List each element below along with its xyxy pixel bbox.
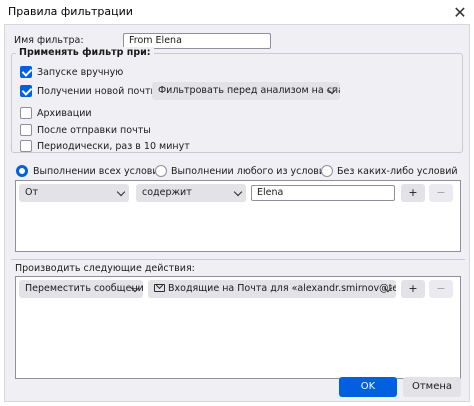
apply-filter-legend: Применять фильтр при: [16, 47, 154, 58]
after-send-label: После отправки почты [37, 125, 151, 136]
match-all-label: Выполнении всех условий [33, 166, 165, 177]
add-action-button[interactable]: + [401, 280, 425, 298]
condition-operator-value: содержит [142, 187, 192, 198]
new-mail-timing-value: Фильтровать перед анализом на спам [158, 85, 340, 96]
condition-field-dropdown[interactable]: От [19, 184, 129, 202]
archive-label: Архивации [37, 108, 92, 119]
match-none-label: Без каких-либо условий [337, 166, 458, 177]
periodic-checkbox[interactable] [20, 140, 32, 152]
filter-rules-dialog: Имя фильтра: From Elena Применять фильтр… [4, 24, 470, 402]
add-condition-button[interactable]: + [401, 184, 425, 202]
window-title: Правила фильтрации [8, 5, 133, 18]
archive-checkbox[interactable] [20, 107, 32, 119]
section-divider [11, 259, 465, 260]
close-icon[interactable]: ✕ [446, 0, 474, 24]
new-mail-label: Получении новой почты: [37, 86, 162, 97]
action-type-value: Переместить сообщение в [25, 283, 143, 294]
ok-button[interactable]: OK [339, 377, 397, 397]
match-any-label: Выполнении любого из условий [171, 166, 332, 177]
action-type-dropdown[interactable]: Переместить сообщение в [19, 280, 143, 298]
condition-value-input[interactable]: Elena [251, 185, 395, 201]
action-target-value: Входящие на Почта для «alexandr.smirnov@… [168, 283, 396, 294]
manual-run-label: Запуске вручную [37, 67, 124, 78]
condition-field-value: От [25, 187, 39, 198]
envelope-icon [154, 284, 165, 292]
action-target-dropdown[interactable]: Входящие на Почта для «alexandr.smirnov@… [148, 280, 396, 298]
after-send-checkbox[interactable] [20, 124, 32, 136]
remove-action-button[interactable]: − [429, 280, 453, 298]
title-bar: Правила фильтрации ✕ [0, 0, 474, 24]
actions-heading: Производить следующие действия: [15, 263, 195, 274]
match-all-radio[interactable] [16, 165, 28, 177]
condition-operator-dropdown[interactable]: содержит [136, 184, 246, 202]
manual-run-checkbox[interactable] [20, 66, 32, 78]
chevron-down-icon [233, 187, 243, 197]
match-none-radio[interactable] [321, 165, 333, 177]
remove-condition-button[interactable]: − [429, 184, 453, 202]
new-mail-timing-dropdown[interactable]: Фильтровать перед анализом на спам [152, 82, 340, 100]
periodic-label: Периодически, раз в 10 минут [37, 141, 190, 152]
filter-name-label: Имя фильтра: [14, 35, 84, 46]
match-any-radio[interactable] [155, 165, 167, 177]
new-mail-checkbox[interactable] [20, 85, 32, 97]
chevron-down-icon [116, 187, 126, 197]
cancel-button[interactable]: Отмена [403, 377, 461, 397]
